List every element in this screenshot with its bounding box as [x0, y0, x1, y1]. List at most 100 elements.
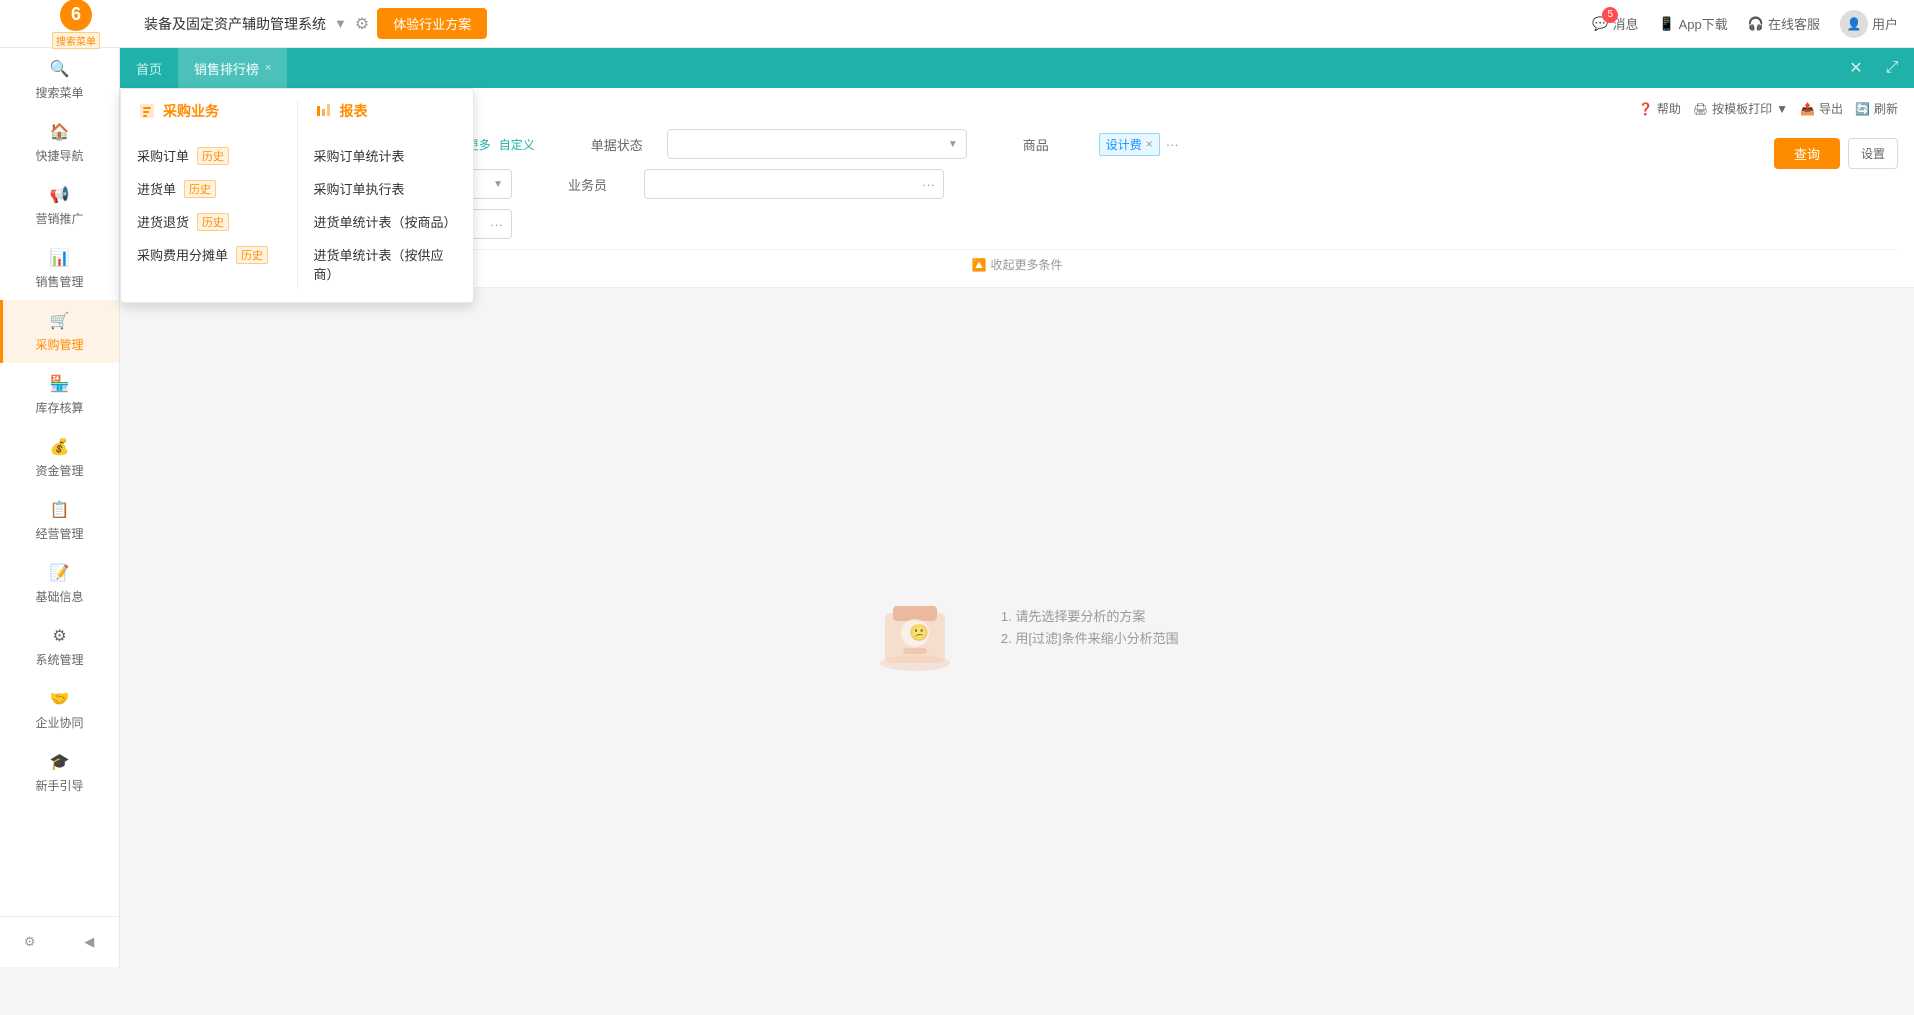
tab-sales-rank[interactable]: 销售排行榜 ×	[178, 48, 287, 88]
query-btn[interactable]: 查询	[1774, 138, 1840, 169]
dropdown-item-goods-stat[interactable]: 进货单统计表（按商品）	[314, 205, 458, 238]
dropdown-icon[interactable]: ▼	[334, 16, 347, 31]
return-history: 历史	[197, 213, 229, 231]
service-btn[interactable]: 🎧 在线客服	[1748, 14, 1820, 33]
sidebar-label-collab: 企业协同	[35, 714, 83, 731]
tab-close-icon[interactable]: ×	[265, 62, 271, 74]
staff-label: 业务员	[568, 175, 628, 194]
report-col-icon	[314, 101, 334, 121]
help-label: 帮助	[1657, 100, 1681, 117]
sidebar-item-inventory[interactable]: 🏪 库存核算	[0, 363, 119, 426]
refresh-icon: 🔄	[1855, 102, 1870, 116]
message-badge: 5	[1602, 7, 1618, 23]
dropdown-item-incoming[interactable]: 进货单 历史	[137, 172, 281, 205]
print-icon: 🖨	[1693, 102, 1708, 116]
dropdown-col-title-business: 采购业务	[137, 101, 281, 129]
app-download-btn[interactable]: 📱 App下载	[1658, 14, 1727, 33]
tab-close-all-btn[interactable]: ✕	[1842, 54, 1870, 82]
filter-collapse-btn[interactable]: 🔼 收起更多条件	[972, 256, 1063, 273]
tab-expand-btn[interactable]: ⤢	[1878, 54, 1906, 82]
customer-more-btn[interactable]: ···	[490, 217, 503, 232]
sales-icon: 📊	[49, 247, 71, 269]
sidebar-item-sales[interactable]: 📊 销售管理	[0, 237, 119, 300]
logo-icon: 6	[60, 0, 92, 31]
goods-tag: 设计费 ×	[1099, 133, 1160, 156]
dropdown-item-purchase-order[interactable]: 采购订单 历史	[137, 139, 281, 172]
sidebar-item-base[interactable]: 📝 基础信息	[0, 552, 119, 615]
dropdown-item-order-stat[interactable]: 采购订单统计表	[314, 139, 458, 172]
sidebar-bottom: ⚙ ◀	[0, 916, 119, 967]
sidebar-item-guide[interactable]: 🎓 新手引导	[0, 741, 119, 804]
settings-icon[interactable]: ⚙	[355, 14, 369, 34]
tabs-bar: 首页 销售排行榜 × ✕ ⤢	[120, 48, 1914, 88]
sidebar-item-search[interactable]: 🔍 搜索菜单	[0, 48, 119, 111]
sidebar-label-purchase: 采购管理	[35, 336, 83, 353]
print-btn[interactable]: 🖨 按模板打印 ▼	[1693, 100, 1788, 117]
print-label: 按模板打印	[1712, 100, 1772, 117]
tab-home-label: 首页	[136, 59, 162, 78]
dropdown-col-report: 报表 采购订单统计表 采购订单执行表 进货单统计表（按商品） 进货单统计表（按供…	[297, 101, 474, 290]
sidebar-item-collab[interactable]: 🤝 企业协同	[0, 678, 119, 741]
headset-icon: 🎧	[1748, 16, 1764, 32]
header-actions: 💬 消息 5 📱 App下载 🎧 在线客服 👤 用户	[1592, 10, 1898, 38]
business-col-icon	[137, 101, 157, 121]
sidebar-label-ops: 经营管理	[35, 525, 83, 542]
empty-tip-1: 请先选择要分析的方案	[1015, 606, 1178, 628]
sidebar-collapse-btn[interactable]: ◀	[74, 927, 104, 957]
tab-home[interactable]: 首页	[120, 48, 178, 88]
sidebar-item-nav[interactable]: 🏠 快捷导航	[0, 111, 119, 174]
finance-icon: 💰	[49, 436, 71, 458]
dropdown-col-business-title: 采购业务	[163, 101, 219, 121]
goods-tag-remove[interactable]: ×	[1146, 137, 1153, 151]
ops-icon: 📋	[49, 499, 71, 521]
dropdown-columns: 采购业务 采购订单 历史 进货单 历史 进货退货 历史 采购费用分摊单 历史	[121, 101, 473, 290]
goods-more-btn[interactable]: ···	[1166, 137, 1179, 152]
dropdown-item-order-exec[interactable]: 采购订单执行表	[314, 172, 458, 205]
staff-select[interactable]: ···	[644, 169, 944, 199]
app-label: App下载	[1679, 14, 1728, 33]
user-btn[interactable]: 👤 用户	[1840, 10, 1898, 38]
sidebar: 🔍 搜索菜单 🏠 快捷导航 📢 营销推广 📊 销售管理 🛒 采购管理 🏪 库存核…	[0, 48, 120, 967]
export-btn[interactable]: 📤 导出	[1800, 100, 1843, 117]
sidebar-item-marketing[interactable]: 📢 营销推广	[0, 174, 119, 237]
industry-btn[interactable]: 体验行业方案	[377, 8, 487, 39]
supplier-stat-label: 进货单统计表（按供应商）	[314, 245, 458, 283]
sidebar-item-system[interactable]: ⚙ 系统管理	[0, 615, 119, 678]
print-dropdown-icon: ▼	[1776, 102, 1788, 116]
empty-illustration: 😕	[855, 568, 975, 688]
home-icon: 🏠	[49, 121, 71, 143]
sidebar-settings-btn[interactable]: ⚙	[15, 927, 45, 957]
collab-icon: 🤝	[49, 688, 71, 710]
purchase-dropdown-menu: 采购业务 采购订单 历史 进货单 历史 进货退货 历史 采购费用分摊单 历史	[120, 88, 474, 303]
setting-btn[interactable]: 设置	[1848, 138, 1898, 169]
sidebar-item-finance[interactable]: 💰 资金管理	[0, 426, 119, 489]
sidebar-label-sales: 销售管理	[35, 273, 83, 290]
refresh-btn[interactable]: 🔄 刷新	[1855, 100, 1898, 117]
expense-label: 采购费用分摊单	[137, 245, 228, 264]
sidebar-item-ops[interactable]: 📋 经营管理	[0, 489, 119, 552]
messages-btn[interactable]: 💬 消息 5	[1592, 14, 1638, 33]
order-status-arrow: ▼	[948, 139, 958, 150]
query-action-area: 查询 设置	[1774, 138, 1898, 169]
base-icon: 📝	[49, 562, 71, 584]
order-status-select[interactable]: ▼	[667, 129, 967, 159]
dropdown-item-supplier-stat[interactable]: 进货单统计表（按供应商）	[314, 238, 458, 290]
inventory-icon: 🏪	[49, 373, 71, 395]
purchase-order-history: 历史	[197, 147, 229, 165]
order-exec-label: 采购订单执行表	[314, 179, 405, 198]
staff-more-btn[interactable]: ···	[922, 177, 935, 192]
help-btn[interactable]: ❓ 帮助	[1638, 100, 1681, 117]
empty-svg: 😕	[865, 578, 965, 678]
system-title-area: 装备及固定资产辅助管理系统 ▼ ⚙ 体验行业方案	[144, 8, 1592, 39]
sidebar-label-finance: 资金管理	[35, 462, 83, 479]
dropdown-item-return[interactable]: 进货退货 历史	[137, 205, 281, 238]
return-label: 进货退货	[137, 212, 189, 231]
sidebar-label-search: 搜索菜单	[35, 84, 83, 101]
quick-custom-btn[interactable]: 自定义	[499, 136, 535, 153]
sidebar-item-purchase[interactable]: 🛒 采购管理	[0, 300, 119, 363]
empty-text: 请先选择要分析的方案 用[过滤]条件来缩小分析范围	[999, 606, 1178, 650]
system-title: 装备及固定资产辅助管理系统	[144, 14, 326, 34]
dropdown-item-expense[interactable]: 采购费用分摊单 历史	[137, 238, 281, 271]
collapse-label: 收起更多条件	[990, 256, 1062, 273]
sidebar-label-guide: 新手引导	[35, 777, 83, 794]
